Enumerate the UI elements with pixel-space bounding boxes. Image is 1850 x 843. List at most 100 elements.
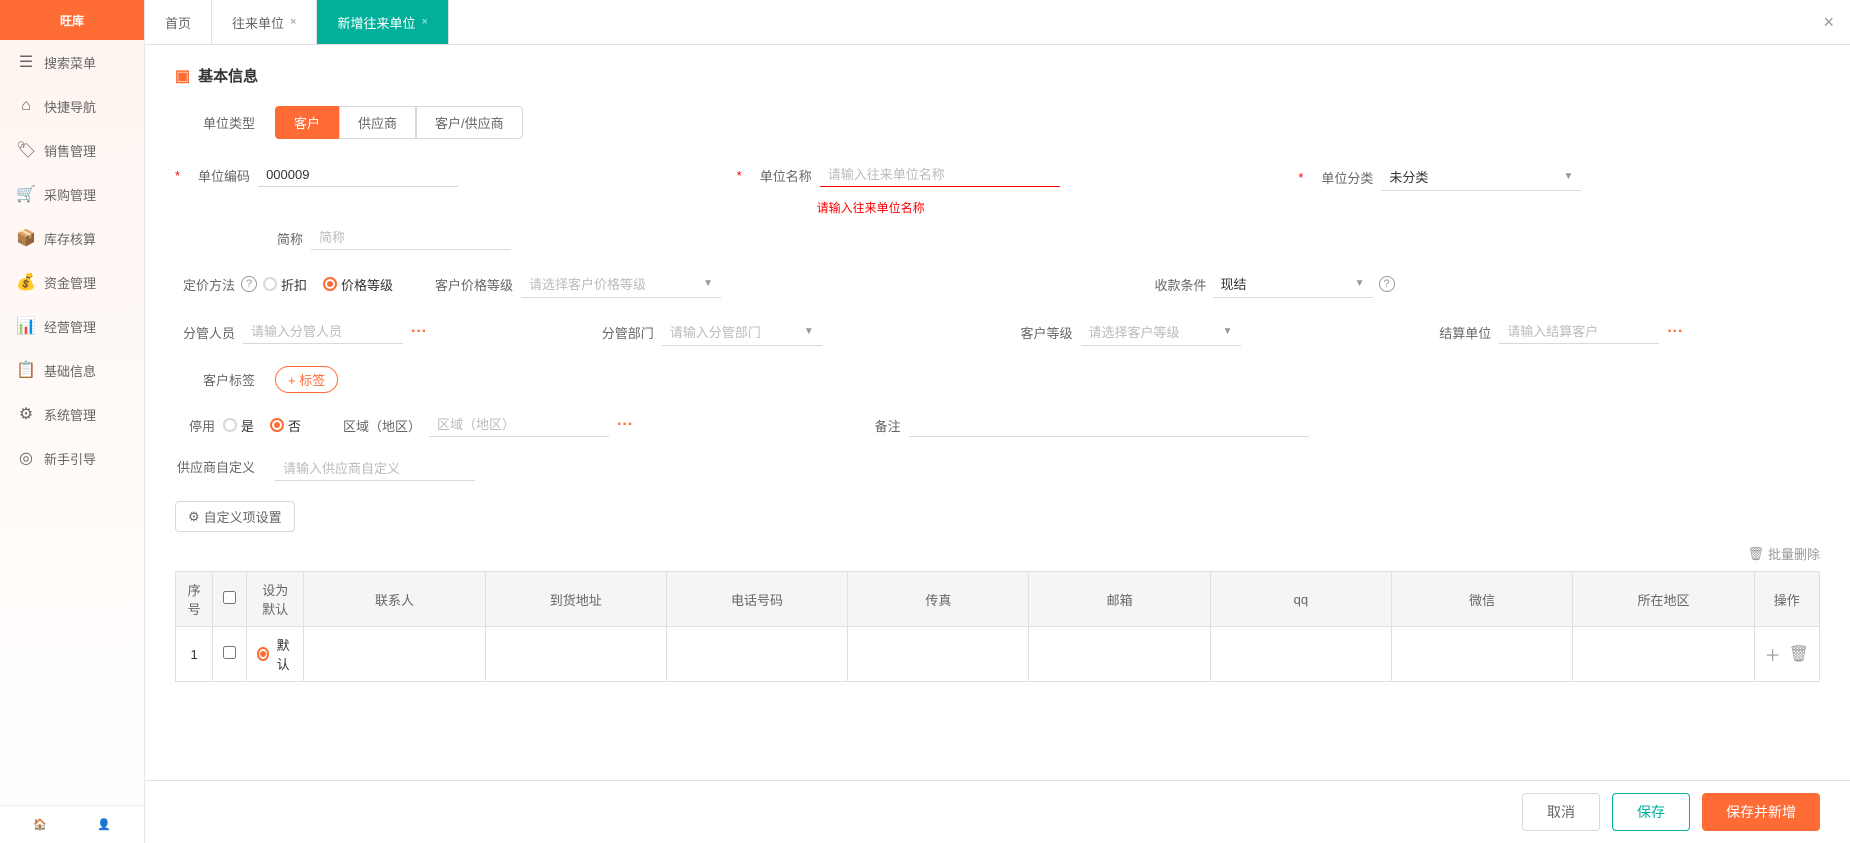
sidebar-item-operations[interactable]: 📊 经营管理 xyxy=(0,304,144,348)
disable-label: 停用 xyxy=(175,416,215,435)
inventory-icon: 📦 xyxy=(16,228,36,248)
region-more-icon[interactable]: ··· xyxy=(617,416,633,434)
sidebar-item-basic-info[interactable]: 📋 基础信息 xyxy=(0,348,144,392)
manager-label: 分管人员 xyxy=(175,323,235,342)
row-contact[interactable] xyxy=(304,627,485,682)
sidebar-logo: 旺库 xyxy=(0,0,144,40)
pricing-discount-radio[interactable]: 折扣 xyxy=(263,275,307,294)
customer-level-select[interactable]: 请选择客户等级 ▼ xyxy=(1081,318,1241,346)
batch-delete-button[interactable]: 🗑 批量删除 xyxy=(1747,544,1820,563)
unit-type-supplier-button[interactable]: 供应商 xyxy=(339,106,416,139)
sidebar-user-btn[interactable]: 👤 xyxy=(76,818,132,831)
disable-yes-radio[interactable]: 是 xyxy=(223,416,254,435)
row-wechat-input[interactable] xyxy=(1402,643,1562,666)
pricing-help-icon[interactable]: ? xyxy=(241,276,257,292)
row-fax-input[interactable] xyxy=(858,643,1018,666)
sidebar-item-system[interactable]: ⚙ 系统管理 xyxy=(0,392,144,436)
tab-new-partner-label: 新增往来单位 xyxy=(337,13,415,32)
tag-add-button[interactable]: + 标签 xyxy=(275,366,338,393)
disable-no-radio[interactable]: 否 xyxy=(270,416,301,435)
table-row: 1 默认 xyxy=(176,627,1820,682)
row-email-input[interactable] xyxy=(1039,643,1199,666)
tab-home[interactable]: 首页 xyxy=(145,0,212,44)
payment-terms-label: 收款条件 xyxy=(1147,275,1207,294)
tab-bar: 首页 往来单位 × 新增往来单位 × × xyxy=(145,0,1850,45)
unit-type-both-button[interactable]: 客户/供应商 xyxy=(416,106,523,139)
tab-new-partner[interactable]: 新增往来单位 × xyxy=(317,0,448,44)
custom-setting-button[interactable]: ⚙ 自定义项设置 xyxy=(175,501,295,532)
row-wechat[interactable] xyxy=(1392,627,1573,682)
pricing-discount-label: 折扣 xyxy=(281,275,307,294)
row-fax[interactable] xyxy=(848,627,1029,682)
sidebar-item-sales-label: 销售管理 xyxy=(44,141,96,160)
sidebar-item-sales[interactable]: 🏷 销售管理 xyxy=(0,128,144,172)
required-star-code: * xyxy=(175,168,180,183)
settlement-unit-input[interactable] xyxy=(1499,320,1659,344)
row-delete-icon[interactable]: 🗑 xyxy=(1789,644,1809,664)
row-default[interactable]: 默认 xyxy=(247,627,304,682)
unit-category-select[interactable]: 未分类 ▼ xyxy=(1381,163,1581,191)
unit-code-field: * 单位编码 xyxy=(175,163,697,187)
short-name-field: 简称 xyxy=(263,226,511,250)
table-header: 序号 设为默认 联系人 到货地址 电话号码 传真 邮箱 qq 微信 所在地区 操… xyxy=(176,572,1820,627)
disable-no-label: 否 xyxy=(288,416,301,435)
sidebar-item-quick-nav[interactable]: ⌂ 快捷导航 xyxy=(0,84,144,128)
sidebar-item-inventory[interactable]: 📦 库存核算 xyxy=(0,216,144,260)
customer-price-level-select[interactable]: 请选择客户价格等级 ▼ xyxy=(521,270,721,298)
unit-category-arrow: ▼ xyxy=(1564,171,1574,182)
row-checkbox[interactable] xyxy=(223,646,236,659)
payment-terms-select[interactable]: 现结 ▼ xyxy=(1213,270,1373,298)
tab-new-partner-close[interactable]: × xyxy=(421,16,427,28)
row-address[interactable] xyxy=(485,627,666,682)
sidebar-item-finance-label: 资金管理 xyxy=(44,273,96,292)
sidebar-item-search[interactable]: ☰ 搜索菜单 xyxy=(0,40,144,84)
tab-partners[interactable]: 往来单位 × xyxy=(212,0,317,44)
tab-partners-label: 往来单位 xyxy=(232,13,284,32)
tab-close-all-button[interactable]: × xyxy=(1807,12,1850,33)
short-name-input[interactable] xyxy=(311,226,511,250)
manager-more-icon[interactable]: ··· xyxy=(411,323,427,341)
row-qq-input[interactable] xyxy=(1221,643,1381,666)
finance-icon: 💰 xyxy=(16,272,36,292)
sidebar-item-guide[interactable]: ◎ 新手引导 xyxy=(0,436,144,480)
manager-input[interactable] xyxy=(243,320,403,344)
sidebar-home-btn[interactable]: 🏠 xyxy=(12,818,68,831)
row-region-input[interactable] xyxy=(1583,643,1743,666)
settlement-unit-more-icon[interactable]: ··· xyxy=(1667,323,1683,341)
select-all-checkbox[interactable] xyxy=(223,591,236,604)
row-contact-input[interactable] xyxy=(314,643,474,666)
row-add-icon[interactable]: ＋ xyxy=(1765,642,1781,666)
row-qq[interactable] xyxy=(1210,627,1391,682)
customer-price-level-field: 客户价格等级 请选择客户价格等级 ▼ xyxy=(433,270,1106,298)
unit-code-input[interactable] xyxy=(258,163,458,187)
save-button[interactable]: 保存 xyxy=(1612,793,1690,831)
row-check[interactable] xyxy=(213,627,247,682)
row-region[interactable] xyxy=(1573,627,1754,682)
cancel-button[interactable]: 取消 xyxy=(1522,793,1600,831)
department-select[interactable]: 请输入分管部门 ▼ xyxy=(662,318,822,346)
row-email[interactable] xyxy=(1029,627,1210,682)
settlement-unit-field: 结算单位 ··· xyxy=(1431,320,1820,344)
save-new-button[interactable]: 保存并新增 xyxy=(1702,793,1820,831)
row-phone-input[interactable] xyxy=(677,643,837,666)
basic-info-icon: 📋 xyxy=(16,360,36,380)
th-wechat: 微信 xyxy=(1392,572,1573,627)
row-phone[interactable] xyxy=(666,627,847,682)
supplier-custom-input[interactable] xyxy=(275,457,475,481)
row-address-input[interactable] xyxy=(496,643,656,666)
form-area: ▣ 基本信息 单位类型 客户 供应商 客户/供应商 * 单位编码 xyxy=(145,45,1850,780)
row-default-radio[interactable]: 默认 xyxy=(257,635,293,673)
tab-partners-close[interactable]: × xyxy=(290,16,296,28)
region-input[interactable] xyxy=(429,413,609,437)
sidebar-item-purchase[interactable]: 🛒 采购管理 xyxy=(0,172,144,216)
pricing-price-level-radio[interactable]: 价格等级 xyxy=(323,275,393,294)
sidebar-item-finance[interactable]: 💰 资金管理 xyxy=(0,260,144,304)
th-default: 设为默认 xyxy=(247,572,304,627)
payment-terms-help-icon[interactable]: ? xyxy=(1379,276,1395,292)
remarks-input[interactable] xyxy=(909,413,1309,437)
remarks-label: 备注 xyxy=(861,416,901,435)
unit-name-error: 请输入往来单位名称 xyxy=(817,201,925,215)
batch-delete-icon: 🗑 xyxy=(1747,546,1764,562)
unit-name-input[interactable] xyxy=(820,163,1060,187)
unit-type-customer-button[interactable]: 客户 xyxy=(275,106,339,139)
